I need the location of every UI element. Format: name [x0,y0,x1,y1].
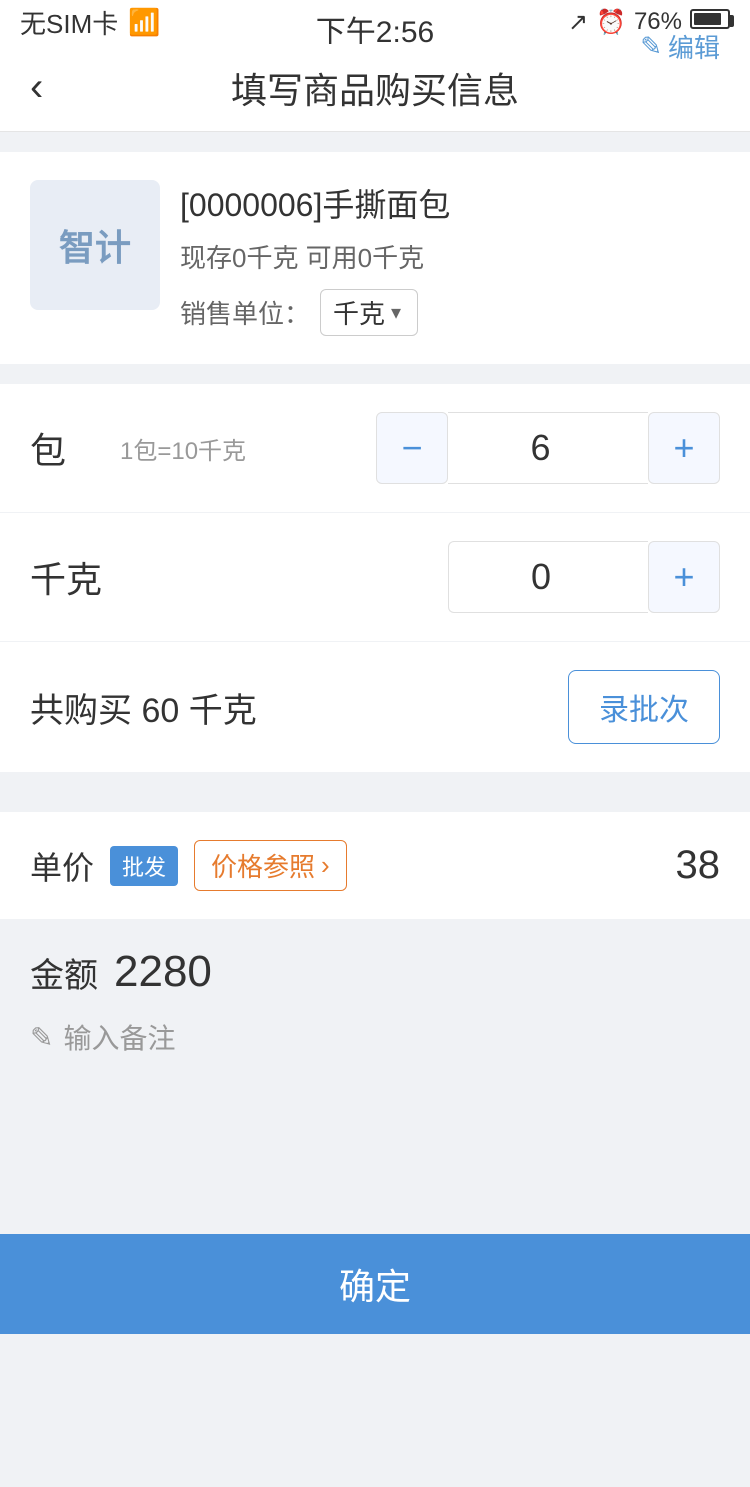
back-button[interactable]: ‹ [30,65,43,110]
price-value: 38 [676,843,721,888]
product-image: 智计 [30,180,160,310]
wifi-icon: 📶 [128,7,160,38]
edit-label: 编辑 [668,28,720,65]
total-text: 共购买 60 千克 [30,683,257,732]
product-info: [0000006]手撕面包 现存0千克 可用0千克 销售单位： 千克 [180,180,720,336]
location-icon: ↗ [568,8,588,37]
amount-value: 2280 [114,947,212,997]
product-name: [0000006]手撕面包 [180,180,720,226]
nav-bar: ‹ 填写商品购买信息 [0,44,750,132]
package-minus-button[interactable]: − [376,412,448,484]
note-text: 输入备注 [63,1017,175,1057]
note-icon: ✎ [30,1021,53,1054]
status-bar: 无SIM卡 📶 下午2:56 ↗ ⏰ 76% [0,0,750,44]
total-amount: 60 [141,692,188,730]
note-row[interactable]: ✎ 输入备注 [30,1017,720,1077]
gram-plus-button[interactable]: + [648,541,720,613]
input-section: 包 1包=10千克 − + 千克 + 共购买 60 千克 录批次 [0,384,750,772]
unit-selector[interactable]: 千克 [320,289,418,336]
price-ref-button[interactable]: 价格参照 › [194,840,347,891]
package-row: 包 1包=10千克 − + [0,384,750,513]
product-logo: 智计 [59,219,131,271]
confirm-button[interactable]: 确定 [0,1234,750,1334]
package-plus-button[interactable]: + [648,412,720,484]
total-unit: 千克 [189,692,257,730]
total-row: 共购买 60 千克 录批次 [0,642,750,772]
price-ref-arrow: › [321,850,330,881]
status-left: 无SIM卡 📶 [20,4,161,41]
gram-qty-control: + [448,541,720,613]
package-qty-input[interactable] [448,412,648,484]
price-label: 单价 [30,843,94,889]
price-tag: 批发 [110,846,178,886]
price-section: 单价 批发 价格参照 › 38 [0,812,750,919]
page-title: 填写商品购买信息 [231,62,519,114]
amount-row: 金额 2280 [30,947,720,997]
section-divider-2 [0,772,750,792]
product-unit-row: 销售单位： 千克 [180,289,720,336]
package-qty-control: − + [376,412,720,484]
confirm-label: 确定 [339,1258,411,1310]
package-label: 包 [30,422,110,474]
amount-label: 金额 [30,948,98,997]
unit-label: 销售单位： [180,294,310,331]
product-stock: 现存0千克 可用0千克 [180,238,720,275]
section-divider-1 [0,364,750,384]
price-ref-label: 价格参照 [211,847,315,884]
amount-section: 金额 2280 ✎ 输入备注 [0,919,750,1087]
gram-label: 千克 [30,551,110,603]
total-prefix: 共购买 [30,692,132,730]
unit-value: 千克 [333,294,385,331]
batch-button[interactable]: 录批次 [568,670,720,744]
alarm-icon: ⏰ [596,8,626,37]
product-card: 智计 [0000006]手撕面包 现存0千克 可用0千克 销售单位： 千克 ✎ … [0,152,750,364]
edit-icon: ✎ [640,31,662,62]
carrier-text: 无SIM卡 [20,4,118,41]
package-sublabel: 1包=10千克 [120,431,376,466]
gram-qty-input[interactable] [448,541,648,613]
edit-button[interactable]: ✎ 编辑 [640,28,720,65]
gram-row: 千克 + [0,513,750,642]
